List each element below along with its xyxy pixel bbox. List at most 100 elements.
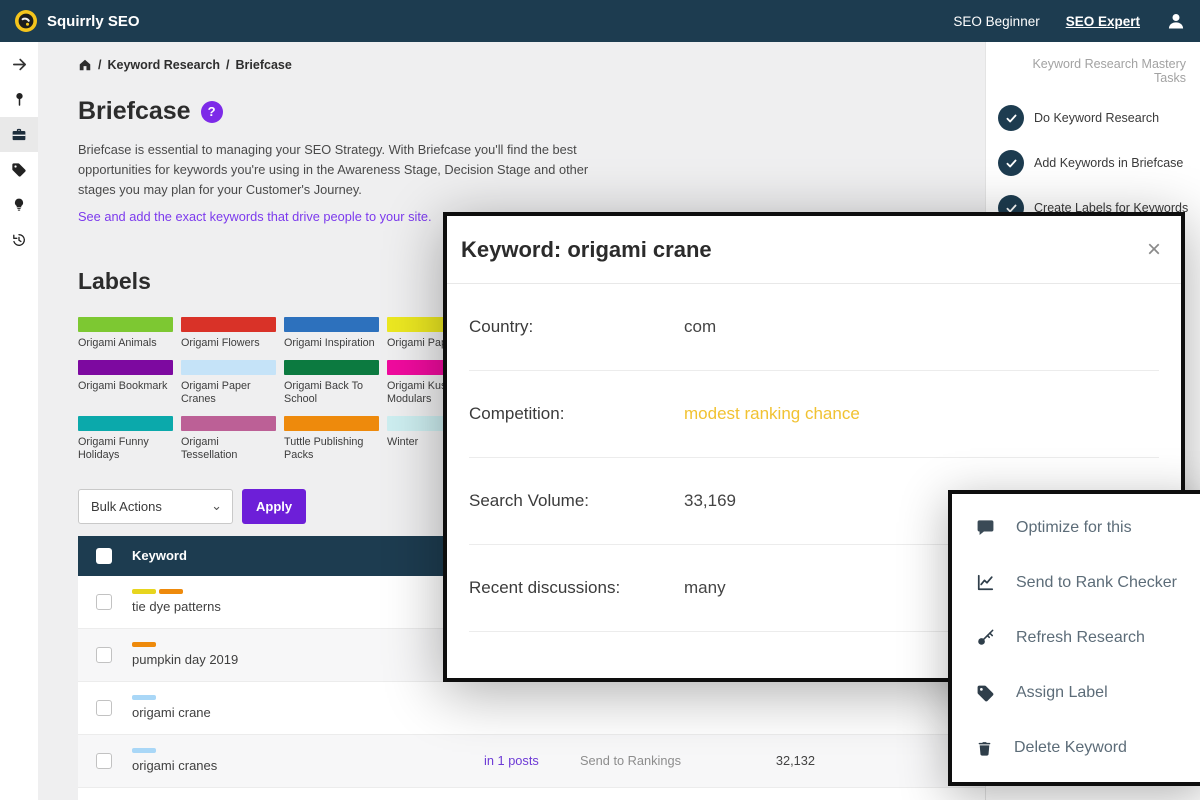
row-checkbox[interactable] <box>96 593 112 610</box>
row-checkbox[interactable] <box>96 699 112 716</box>
label-chip[interactable]: Origami Funny Holidays <box>78 415 181 463</box>
history-icon[interactable] <box>0 222 38 257</box>
select-all-checkbox[interactable] <box>96 547 112 564</box>
label-bar <box>132 695 156 701</box>
brand[interactable]: Squirrly SEO <box>14 9 140 33</box>
left-icon-rail <box>0 42 38 800</box>
user-avatar-icon[interactable] <box>1166 11 1186 31</box>
menu-item-optimize[interactable]: Optimize for this <box>952 518 1200 537</box>
label-chip[interactable]: Origami Animals <box>78 317 181 350</box>
keywords-drive-link[interactable]: See and add the exact keywords that driv… <box>78 209 432 224</box>
label-color-swatch <box>181 359 276 375</box>
tasks-heading: Keyword Research Mastery Tasks <box>1032 57 1186 85</box>
table-row: origami crane <box>78 681 985 735</box>
menu-item-label: Refresh Research <box>1016 628 1145 646</box>
task-item[interactable]: Add Keywords in Briefcase <box>998 150 1190 176</box>
menu-item-assign-label[interactable]: Assign Label <box>952 684 1200 703</box>
label-name: Tuttle Publishing Packs <box>284 435 364 462</box>
menu-item-delete-keyword[interactable]: Delete Keyword <box>952 739 1200 758</box>
label-name: Origami Paper Cranes <box>181 379 251 406</box>
bulk-actions-select[interactable]: Bulk Actions ⌄ <box>78 488 233 524</box>
brand-name: Squirrly SEO <box>47 12 140 30</box>
field-label: Recent discussions: <box>469 578 621 597</box>
key-icon <box>976 628 995 647</box>
check-circle-icon <box>998 105 1024 131</box>
check-circle-icon <box>998 150 1024 176</box>
label-chip[interactable]: Tuttle Publishing Packs <box>284 415 387 463</box>
lightbulb-icon[interactable] <box>0 187 38 222</box>
label-name: Origami Bookmark <box>78 379 168 392</box>
close-icon[interactable]: × <box>1147 237 1161 262</box>
menu-item-label: Optimize for this <box>1016 518 1132 536</box>
tag-icon <box>976 684 995 703</box>
label-chip[interactable]: Origami Paper Cranes <box>181 359 284 407</box>
bulk-actions-value: Bulk Actions <box>91 498 162 514</box>
label-chip[interactable]: Origami Bookmark <box>78 359 181 407</box>
row-label-bars <box>132 642 238 648</box>
trash-icon <box>976 739 993 758</box>
row-label-bars <box>132 589 221 595</box>
apply-button[interactable]: Apply <box>242 488 307 524</box>
label-color-swatch <box>78 415 173 431</box>
keyword-text: tie dye patterns <box>132 599 221 615</box>
label-chip[interactable]: Origami Flowers <box>181 317 284 350</box>
chart-line-icon <box>976 573 995 592</box>
task-item[interactable]: Do Keyword Research <box>998 105 1190 131</box>
label-color-swatch <box>78 317 173 333</box>
field-value: many <box>684 578 726 597</box>
label-color-swatch <box>78 359 173 375</box>
breadcrumb: / Keyword Research / Briefcase <box>78 58 985 72</box>
label-bar <box>132 589 156 595</box>
label-chip[interactable]: Origami Tessellation <box>181 415 284 463</box>
label-bar <box>159 695 183 700</box>
top-navbar: Squirrly SEO SEO Beginner SEO Expert <box>0 0 1200 42</box>
row-checkbox[interactable] <box>96 646 112 663</box>
label-bar <box>132 748 156 754</box>
label-color-swatch <box>181 317 276 333</box>
task-label: Do Keyword Research <box>1034 111 1160 125</box>
label-name: Origami Inspiration <box>284 337 375 350</box>
collapse-arrow-icon[interactable] <box>0 47 38 82</box>
table-row: documenting my experience in 4 posts Not… <box>78 787 985 800</box>
status-text[interactable]: Send to Rankings <box>580 753 740 768</box>
home-icon[interactable] <box>78 58 92 72</box>
label-chip[interactable]: Origami Inspiration <box>284 317 387 350</box>
posts-link[interactable]: in 1 posts <box>470 753 580 768</box>
field-label: Competition: <box>469 404 565 423</box>
briefcase-icon[interactable] <box>0 117 38 152</box>
label-color-swatch <box>284 317 379 333</box>
keyword-text: pumpkin day 2019 <box>132 652 239 668</box>
menu-item-label: Delete Keyword <box>1014 739 1127 757</box>
label-name: Origami Flowers <box>181 337 260 350</box>
field-value: 33,169 <box>684 491 736 510</box>
modal-field-row: Country: com <box>469 284 1159 371</box>
label-name: Origami Funny Holidays <box>78 435 149 462</box>
menu-item-refresh-research[interactable]: Refresh Research <box>952 628 1200 647</box>
table-row: origami cranes in 1 posts Send to Rankin… <box>78 734 985 788</box>
label-color-swatch <box>181 415 276 431</box>
label-name: Origami Animals <box>78 337 157 350</box>
labels-tag-icon[interactable] <box>0 152 38 187</box>
menu-item-label: Assign Label <box>1016 684 1108 702</box>
keyword-text: origami cranes <box>132 758 218 774</box>
breadcrumb-briefcase[interactable]: Briefcase <box>236 58 292 72</box>
help-icon[interactable]: ? <box>200 100 223 123</box>
label-bar <box>132 642 156 648</box>
modal-field-row: Competition: modest ranking chance <box>469 371 1159 458</box>
label-bar <box>159 642 183 647</box>
comment-icon <box>976 518 995 537</box>
breadcrumb-keyword-research[interactable]: Keyword Research <box>107 58 220 72</box>
label-chip[interactable]: Origami Back To School <box>284 359 387 407</box>
menu-item-rank-checker[interactable]: Send to Rank Checker <box>952 573 1200 592</box>
keyword-research-pin-icon[interactable] <box>0 82 38 117</box>
modal-title: Keyword: origami crane <box>461 236 712 262</box>
keyword-text: origami crane <box>132 705 211 721</box>
search-volume-value: 32,132 <box>775 753 815 769</box>
squirrly-logo-icon <box>14 9 38 33</box>
row-checkbox[interactable] <box>96 752 112 769</box>
keyword-column-header: Keyword <box>132 548 187 564</box>
row-label-bars <box>132 748 217 754</box>
nav-seo-expert[interactable]: SEO Expert <box>1066 14 1140 29</box>
label-name: Origami Tessellation <box>181 435 238 462</box>
nav-seo-beginner[interactable]: SEO Beginner <box>953 14 1039 29</box>
